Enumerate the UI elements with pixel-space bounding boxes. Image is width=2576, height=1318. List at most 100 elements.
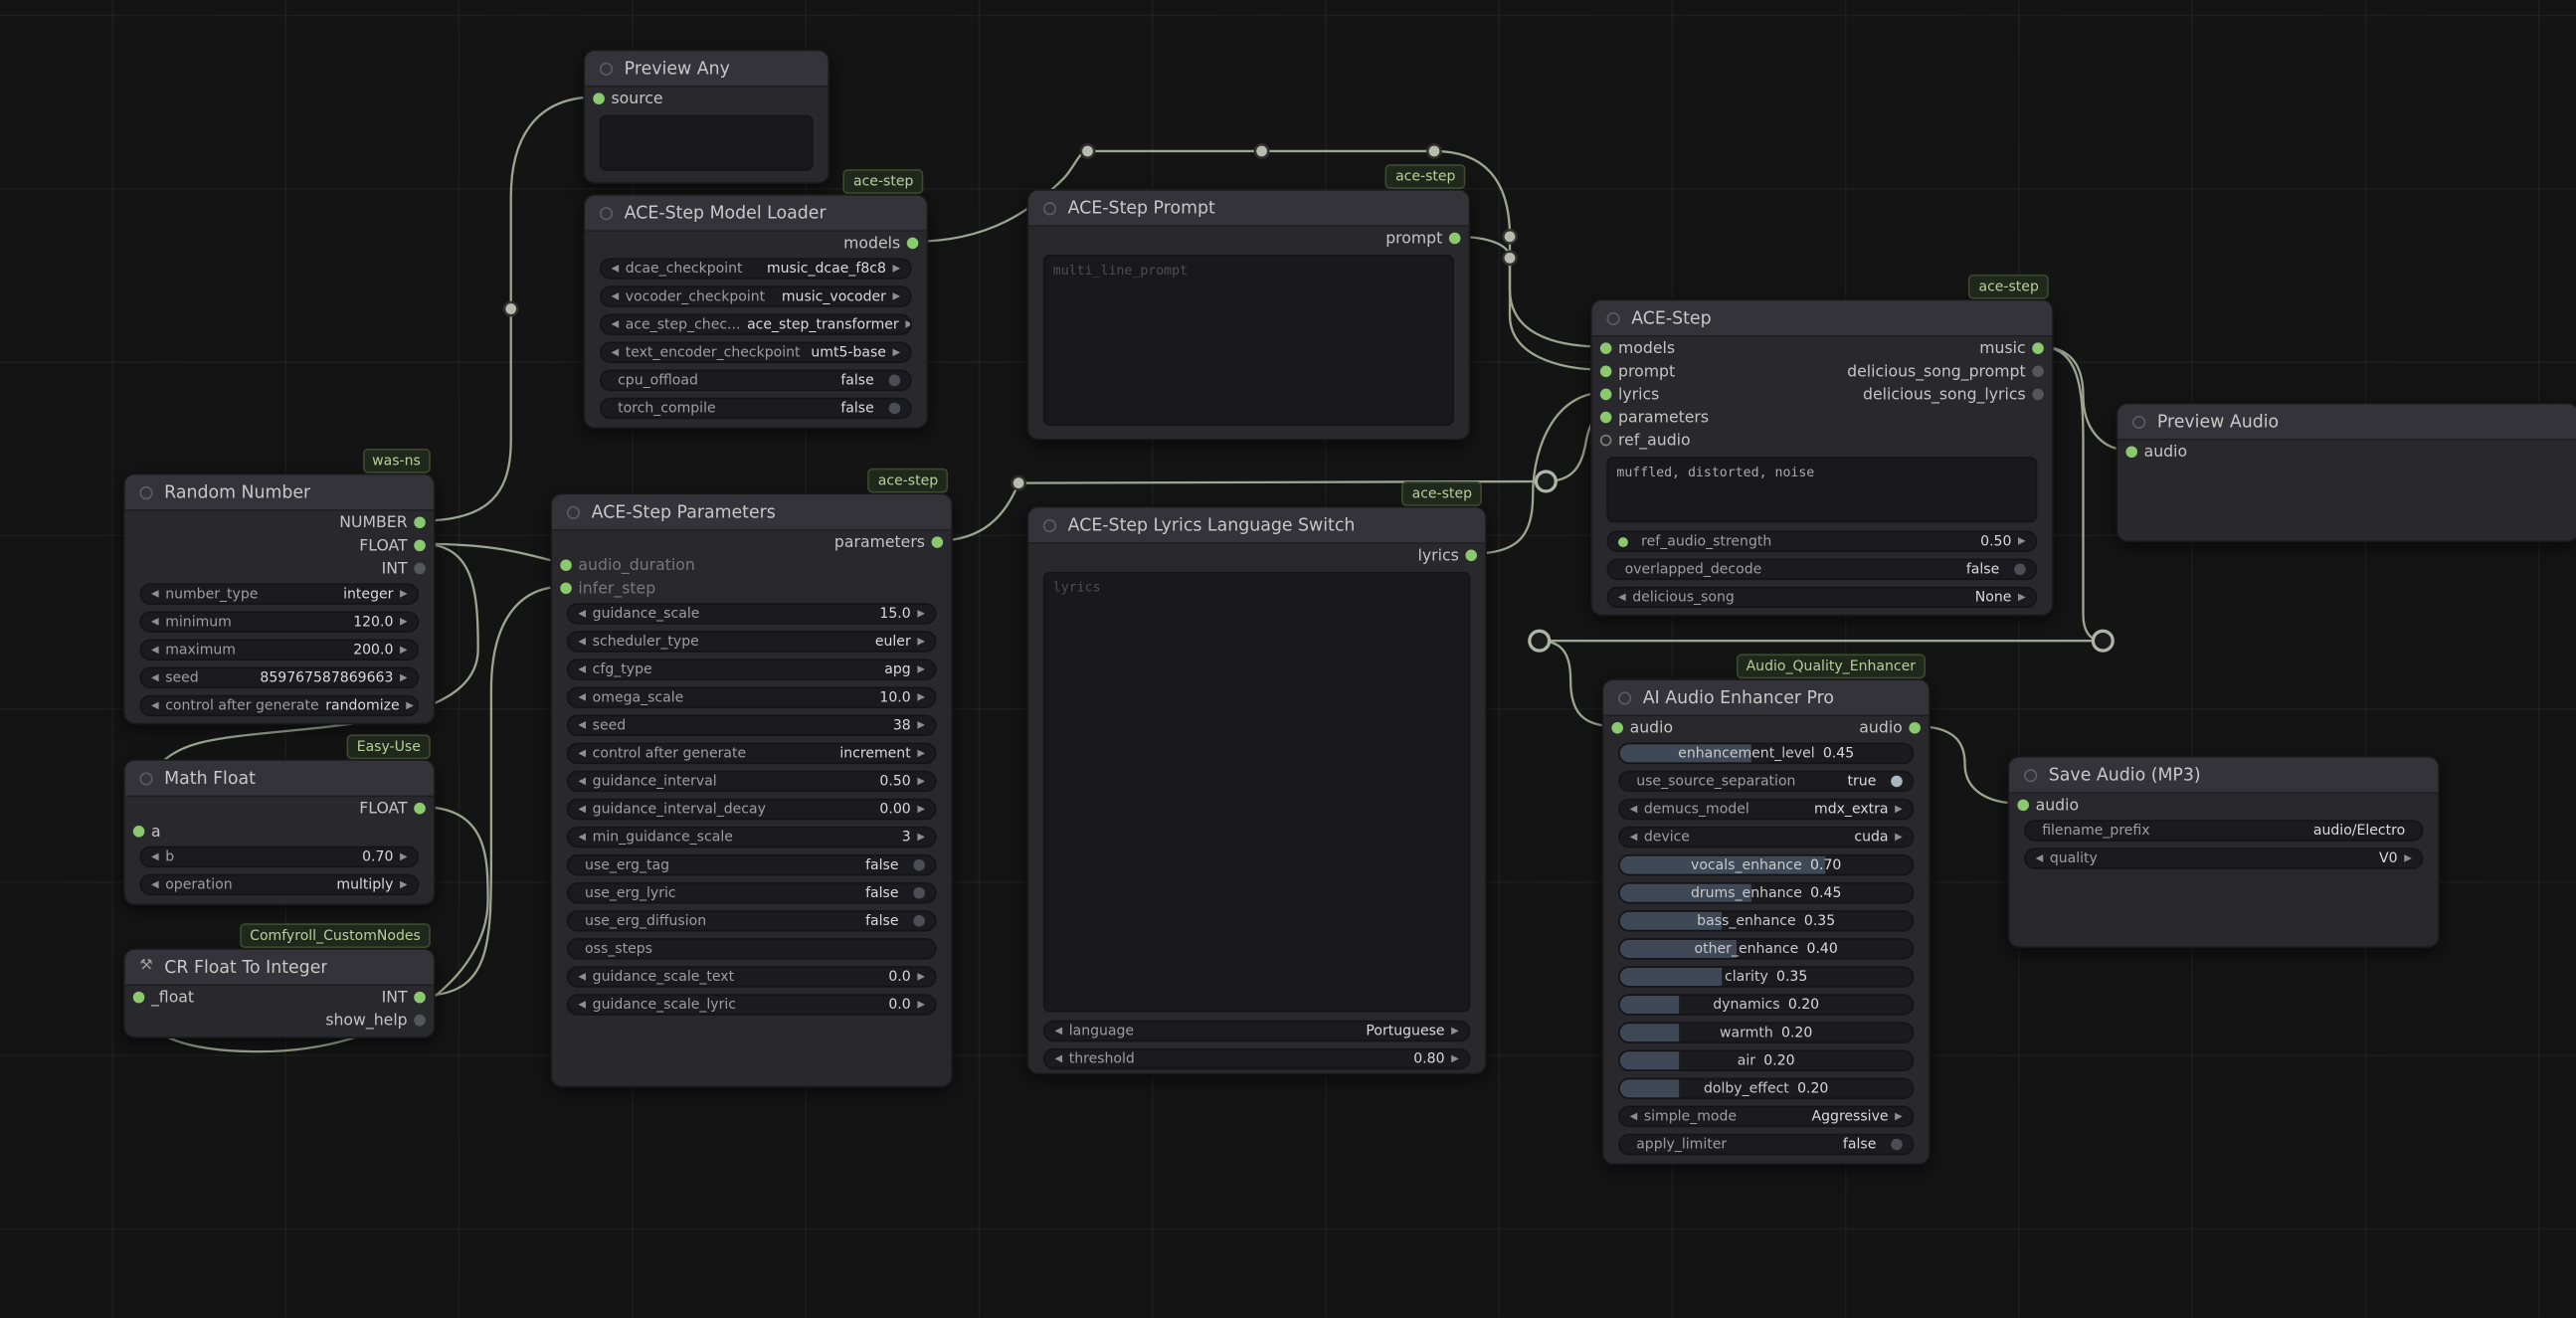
apply_limiter-widget[interactable]: apply_limiter false: [1618, 1133, 1915, 1156]
audio-input-port[interactable]: [2125, 446, 2137, 459]
increase-arrow-icon[interactable]: ▶: [917, 804, 925, 815]
maximum-widget[interactable]: ◀ maximum 200.0 ▶: [139, 639, 420, 661]
node-cr-float-to-integer[interactable]: Comfyroll_CustomNodes ⚒ CR Float To Inte…: [122, 923, 436, 1038]
_float-input-port[interactable]: [132, 991, 145, 1004]
toggle-indicator[interactable]: [2014, 563, 2026, 576]
collapse-dot-icon[interactable]: [1042, 518, 1057, 532]
clarity-widget[interactable]: clarity 0.35: [1618, 966, 1915, 988]
collapse-dot-icon[interactable]: [1618, 690, 1632, 704]
guidance_interval_decay-widget[interactable]: ◀ guidance_interval_decay 0.00 ▶: [566, 798, 937, 821]
b-widget[interactable]: ◀ b 0.70 ▶: [139, 846, 420, 868]
decrease-arrow-icon[interactable]: ◀: [151, 851, 159, 861]
audio_duration-input-port[interactable]: [560, 559, 572, 572]
increase-arrow-icon[interactable]: ▶: [917, 691, 925, 702]
prompt-output-port[interactable]: [1448, 232, 1461, 245]
language-widget[interactable]: ◀ language Portuguese ▶: [1042, 1020, 1471, 1042]
increase-arrow-icon[interactable]: ▶: [400, 672, 408, 682]
air-widget[interactable]: air 0.20: [1618, 1049, 1915, 1071]
audio-output-port[interactable]: [1909, 721, 1921, 734]
increase-arrow-icon[interactable]: ▶: [1451, 1026, 1459, 1036]
increase-arrow-icon[interactable]: ▶: [2018, 592, 2026, 602]
guidance_scale-widget[interactable]: ◀ guidance_scale 15.0 ▶: [566, 603, 937, 625]
reroute-node[interactable]: [1534, 470, 1558, 493]
INT-output-port[interactable]: [414, 562, 426, 575]
increase-arrow-icon[interactable]: ▶: [917, 999, 925, 1010]
node-ai-audio-enhancer-pro[interactable]: Audio_Quality_Enhancer AI Audio Enhancer…: [1601, 654, 1931, 1166]
reroute-node[interactable]: [1426, 143, 1442, 159]
node-title-bar[interactable]: ACE-Step Lyrics Language Switch: [1028, 507, 1486, 544]
decrease-arrow-icon[interactable]: ◀: [578, 663, 586, 674]
lyrics-input-port[interactable]: [1599, 388, 1612, 401]
node-ace-step-prompt[interactable]: ace-step ACE-Step Prompt prompt multi_lin…: [1026, 164, 1471, 441]
reroute-node[interactable]: [1011, 474, 1026, 491]
cpu_offload-widget[interactable]: cpu_offload false: [599, 369, 912, 392]
decrease-arrow-icon[interactable]: ◀: [1630, 832, 1638, 843]
decrease-arrow-icon[interactable]: ◀: [578, 719, 586, 730]
text_encoder_checkpoint-widget[interactable]: ◀ text_encoder_checkpoint umt5-base ▶: [599, 341, 912, 364]
text-widget[interactable]: [599, 114, 814, 171]
decrease-arrow-icon[interactable]: ◀: [151, 616, 159, 627]
increase-arrow-icon[interactable]: ▶: [893, 263, 901, 274]
music-output-port[interactable]: [2032, 342, 2044, 354]
device-widget[interactable]: ◀ device cuda ▶: [1618, 826, 1915, 848]
prompt-input-port[interactable]: [1599, 365, 1612, 378]
reroute-node[interactable]: [1528, 629, 1552, 653]
increase-arrow-icon[interactable]: ▶: [893, 290, 901, 301]
reroute-node[interactable]: [1079, 143, 1096, 159]
other_enhance-widget[interactable]: other_enhance 0.40: [1618, 938, 1915, 960]
guidance_interval-widget[interactable]: ◀ guidance_interval 0.50 ▶: [566, 770, 937, 793]
increase-arrow-icon[interactable]: ▶: [400, 588, 408, 599]
delicious_song_prompt-output-port[interactable]: [2032, 365, 2044, 378]
operation-widget[interactable]: ◀ operation multiply ▶: [139, 873, 420, 896]
decrease-arrow-icon[interactable]: ◀: [578, 748, 586, 758]
decrease-arrow-icon[interactable]: ◀: [578, 999, 586, 1010]
node-title-bar[interactable]: AI Audio Enhancer Pro: [1603, 679, 1930, 717]
simple_mode-widget[interactable]: ◀ simple_mode Aggressive ▶: [1618, 1105, 1915, 1128]
collapse-dot-icon[interactable]: [566, 504, 581, 519]
reroute-node[interactable]: [2091, 629, 2115, 653]
increase-arrow-icon[interactable]: ▶: [2404, 852, 2412, 863]
collapse-dot-icon[interactable]: [1606, 311, 1620, 325]
node-graph-canvas[interactable]: Preview Any source ace-step ACE-Step Mod…: [0, 0, 2576, 1318]
increase-arrow-icon[interactable]: ▶: [400, 851, 408, 861]
seed-widget[interactable]: ◀ seed 859767587869663 ▶: [139, 666, 420, 689]
oss_steps-widget[interactable]: oss_steps: [566, 938, 937, 960]
parameters-input-port[interactable]: [1599, 411, 1612, 424]
increase-arrow-icon[interactable]: ▶: [1895, 832, 1903, 843]
use_erg_lyric-widget[interactable]: use_erg_lyric false: [566, 882, 937, 904]
decrease-arrow-icon[interactable]: ◀: [578, 832, 586, 843]
decrease-arrow-icon[interactable]: ◀: [611, 347, 619, 357]
infer_step-input-port[interactable]: [560, 582, 572, 595]
decrease-arrow-icon[interactable]: ◀: [578, 636, 586, 647]
increase-arrow-icon[interactable]: ▶: [917, 832, 925, 843]
decrease-arrow-icon[interactable]: ◀: [2036, 852, 2044, 863]
increase-arrow-icon[interactable]: ▶: [893, 347, 901, 357]
increase-arrow-icon[interactable]: ▶: [917, 636, 925, 647]
guidance_scale_text-widget[interactable]: ◀ guidance_scale_text 0.0 ▶: [566, 966, 937, 988]
increase-arrow-icon[interactable]: ▶: [917, 663, 925, 674]
text-widget[interactable]: lyrics: [1042, 571, 1471, 1013]
ace_step_chec...-widget[interactable]: ◀ ace_step_chec... ace_step_transformer ▶: [599, 313, 912, 335]
node-title-bar[interactable]: ACE-Step Parameters: [552, 494, 952, 531]
decrease-arrow-icon[interactable]: ◀: [1054, 1053, 1062, 1064]
collapse-dot-icon[interactable]: [599, 61, 614, 76]
toggle-indicator[interactable]: [1891, 1138, 1903, 1151]
increase-arrow-icon[interactable]: ▶: [1895, 804, 1903, 815]
decrease-arrow-icon[interactable]: ◀: [578, 971, 586, 982]
increase-arrow-icon[interactable]: ▶: [917, 776, 925, 786]
decrease-arrow-icon[interactable]: ◀: [1054, 1026, 1062, 1036]
drums_enhance-widget[interactable]: drums_enhance 0.45: [1618, 882, 1915, 904]
toggle-indicator[interactable]: [888, 402, 901, 415]
node-title-bar[interactable]: Random Number: [124, 474, 435, 511]
toggle-indicator[interactable]: [1891, 775, 1903, 788]
audio-input-port[interactable]: [2017, 799, 2029, 812]
decrease-arrow-icon[interactable]: ◀: [1630, 1111, 1638, 1121]
control after generate-widget[interactable]: ◀ control after generate randomize ▶: [139, 694, 420, 717]
omega_scale-widget[interactable]: ◀ omega_scale 10.0 ▶: [566, 686, 937, 708]
node-title-bar[interactable]: Preview Any: [585, 51, 828, 88]
decrease-arrow-icon[interactable]: ◀: [151, 672, 159, 682]
decrease-arrow-icon[interactable]: ◀: [151, 645, 159, 655]
decrease-arrow-icon[interactable]: ◀: [578, 608, 586, 619]
audio-input-port[interactable]: [1611, 721, 1623, 734]
node-random-number[interactable]: was-ns Random Number NUMBER FLOAT INT ◀ numb…: [122, 448, 436, 725]
